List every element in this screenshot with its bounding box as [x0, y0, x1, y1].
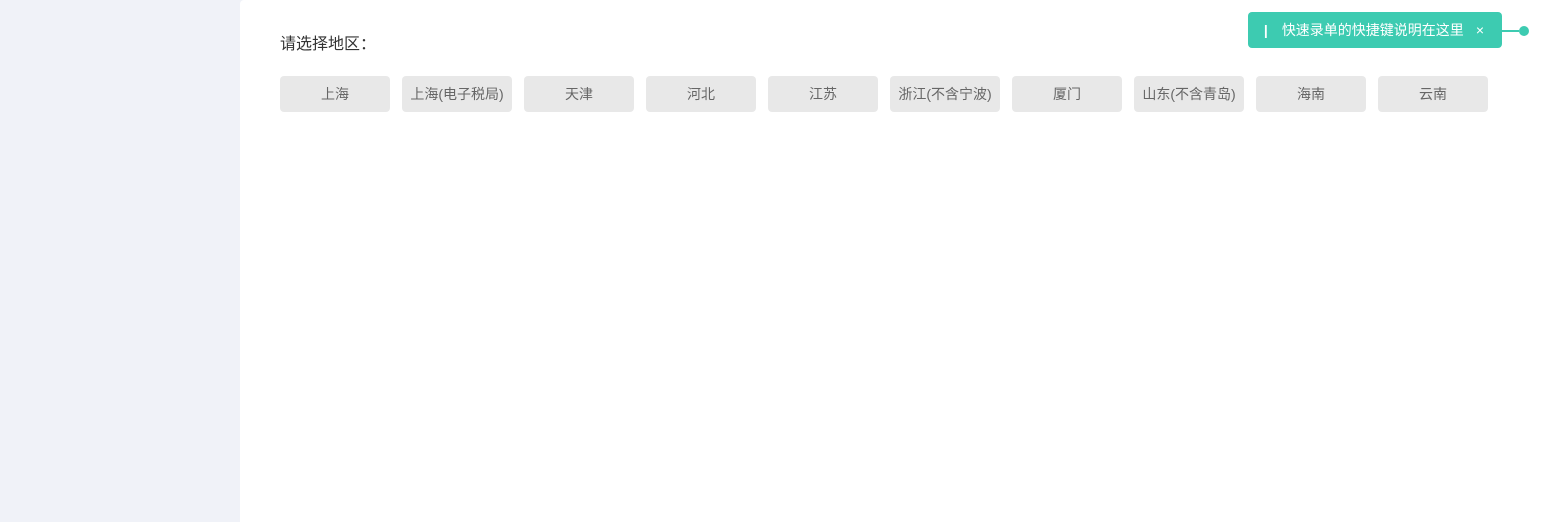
sidebar [0, 0, 240, 522]
region-btn-shanghai-etax[interactable]: 上海(电子税局) [402, 76, 512, 112]
region-buttons: 上海上海(电子税局) 天津河北江苏浙江(不含宁波) 厦门山东(不含青岛) 海南云南 [280, 76, 1522, 112]
region-btn-hainan[interactable]: 海南 [1256, 76, 1366, 112]
region-btn-zhejiang[interactable]: 浙江(不含宁波) [890, 76, 1000, 112]
tooltip-banner: 快速录单的快捷键说明在这里 × [1248, 12, 1502, 48]
region-btn-tianjin[interactable]: 天津 [524, 76, 634, 112]
region-btn-jiangsu[interactable]: 江苏 [768, 76, 878, 112]
region-btn-hebei[interactable]: 河北 [646, 76, 756, 112]
region-btn-yunnan[interactable]: 云南 [1378, 76, 1488, 112]
region-btn-xiamen[interactable]: 厦门 [1012, 76, 1122, 112]
main-content: 请选择地区： 上海上海(电子税局)天津河北江苏浙江(不含宁波)厦门山东(不含青岛… [240, 0, 1562, 522]
region-btn-shandong[interactable]: 山东(不含青岛) [1134, 76, 1244, 112]
tooltip-connector-line [1501, 30, 1519, 32]
tooltip-close-button[interactable]: × [1474, 22, 1486, 38]
tooltip-connector-dot [1519, 26, 1529, 36]
region-btn-shanghai[interactable]: 上海 [280, 76, 390, 112]
tooltip-text: 快速录单的快捷键说明在这里 [1282, 20, 1464, 40]
